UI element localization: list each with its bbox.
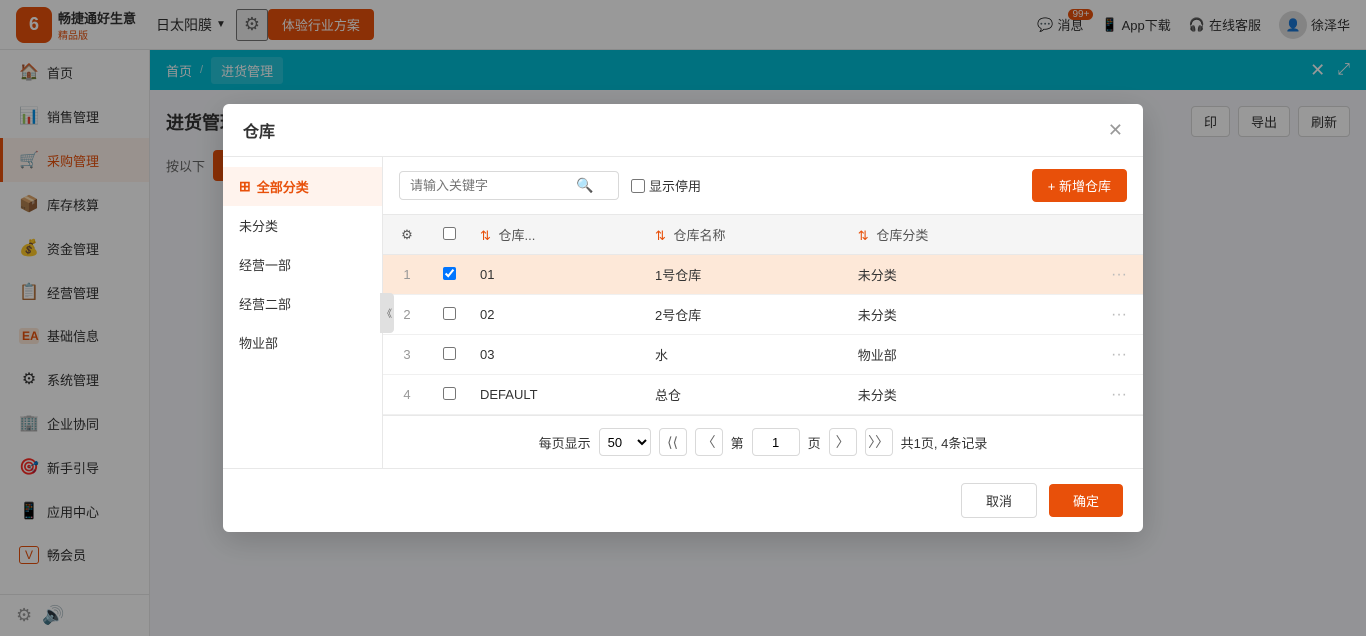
page-label: 第 [731, 433, 744, 452]
row-checkbox-cell[interactable] [431, 375, 468, 415]
th-code: ⇅ 仓库... [468, 215, 643, 255]
search-box: 🔍 [399, 171, 619, 200]
sort-name-icon[interactable]: ⇅ [655, 228, 666, 243]
sort-category-icon[interactable]: ⇅ [858, 228, 869, 243]
row-num: 4 [383, 375, 431, 415]
row-category: 未分类 [846, 255, 1049, 295]
modal-title: 仓库 [243, 118, 275, 142]
row-checkbox[interactable] [443, 387, 456, 400]
search-input[interactable] [410, 178, 570, 193]
row-name: 2号仓库 [643, 295, 846, 335]
row-actions[interactable]: ··· [1049, 255, 1143, 295]
th-name: ⇅ 仓库名称 [643, 215, 846, 255]
row-code: 03 [468, 335, 643, 375]
category-item-unclassified[interactable]: 未分类 [223, 206, 382, 245]
category-item-property[interactable]: 物业部 [223, 323, 382, 362]
th-category: ⇅ 仓库分类 [846, 215, 1049, 255]
modal-body: 《 ⊞ 全部分类 未分类 经营一部 经营二部 物业部 [223, 157, 1143, 468]
page-last-button[interactable]: 〉〉 [865, 428, 893, 456]
modal-toolbar: 🔍 显示停用 + 新增仓库 [383, 157, 1143, 215]
cancel-button[interactable]: 取消 [961, 483, 1037, 518]
row-checkbox-cell[interactable] [431, 335, 468, 375]
warehouse-table-wrap: ⚙ ⇅ 仓库... ⇅ 仓库名称 [383, 215, 1143, 415]
row-checkbox-cell[interactable] [431, 295, 468, 335]
modal-main-content: 🔍 显示停用 + 新增仓库 ⚙ [383, 157, 1143, 468]
row-category: 物业部 [846, 335, 1049, 375]
modal-header: 仓库 ✕ [223, 104, 1143, 157]
modal-overlay[interactable]: 仓库 ✕ 《 ⊞ 全部分类 未分类 经营一部 经营二部 [0, 0, 1366, 636]
table-row[interactable]: 1 01 1号仓库 未分类 ··· [383, 255, 1143, 295]
modal-footer: 取消 确定 [223, 468, 1143, 532]
modal-pagination: 每页显示 102050100 ⟨⟨ 〈 第 页 〉 〉〉 共1页, 4条记录 [383, 415, 1143, 468]
show-disabled-checkbox[interactable] [631, 179, 645, 193]
table-row[interactable]: 4 DEFAULT 总仓 未分类 ··· [383, 375, 1143, 415]
page-unit: 页 [808, 433, 821, 452]
row-actions[interactable]: ··· [1049, 335, 1143, 375]
row-name: 总仓 [643, 375, 846, 415]
row-name: 1号仓库 [643, 255, 846, 295]
category-item-ops1[interactable]: 经营一部 [223, 245, 382, 284]
page-first-button[interactable]: ⟨⟨ [659, 428, 687, 456]
th-actions [1049, 215, 1143, 255]
table-row[interactable]: 2 02 2号仓库 未分类 ··· [383, 295, 1143, 335]
row-num: 1 [383, 255, 431, 295]
row-checkbox[interactable] [443, 347, 456, 360]
warehouse-modal: 仓库 ✕ 《 ⊞ 全部分类 未分类 经营一部 经营二部 [223, 104, 1143, 532]
per-page-label: 每页显示 [539, 433, 591, 452]
row-code: DEFAULT [468, 375, 643, 415]
search-icon[interactable]: 🔍 [576, 177, 593, 194]
page-next-button[interactable]: 〉 [829, 428, 857, 456]
row-category: 未分类 [846, 375, 1049, 415]
row-code: 01 [468, 255, 643, 295]
page-prev-button[interactable]: 〈 [695, 428, 723, 456]
warehouse-table: ⚙ ⇅ 仓库... ⇅ 仓库名称 [383, 215, 1143, 415]
table-row[interactable]: 3 03 水 物业部 ··· [383, 335, 1143, 375]
total-info: 共1页, 4条记录 [901, 433, 988, 452]
modal-close-button[interactable]: ✕ [1108, 121, 1123, 139]
row-code: 02 [468, 295, 643, 335]
sidebar-collapse-toggle[interactable]: 《 [380, 293, 394, 333]
add-warehouse-button[interactable]: + 新增仓库 [1032, 169, 1127, 202]
category-item-ops2[interactable]: 经营二部 [223, 284, 382, 323]
row-name: 水 [643, 335, 846, 375]
select-all-checkbox[interactable] [443, 227, 456, 240]
row-actions[interactable]: ··· [1049, 375, 1143, 415]
per-page-select[interactable]: 102050100 [599, 428, 651, 456]
row-num: 3 [383, 335, 431, 375]
grid-icon: ⊞ [239, 178, 251, 195]
confirm-button[interactable]: 确定 [1049, 484, 1123, 517]
category-item-all[interactable]: ⊞ 全部分类 [223, 167, 382, 206]
show-disabled-label[interactable]: 显示停用 [631, 176, 701, 195]
th-checkbox[interactable] [431, 215, 468, 255]
row-checkbox[interactable] [443, 307, 456, 320]
row-checkbox-cell[interactable] [431, 255, 468, 295]
modal-category-sidebar: 《 ⊞ 全部分类 未分类 经营一部 经营二部 物业部 [223, 157, 383, 468]
table-header-row: ⚙ ⇅ 仓库... ⇅ 仓库名称 [383, 215, 1143, 255]
sort-code-icon[interactable]: ⇅ [480, 228, 491, 243]
row-category: 未分类 [846, 295, 1049, 335]
row-checkbox[interactable] [443, 267, 456, 280]
row-actions[interactable]: ··· [1049, 295, 1143, 335]
th-gear[interactable]: ⚙ [383, 215, 431, 255]
page-number-input[interactable] [752, 428, 800, 456]
